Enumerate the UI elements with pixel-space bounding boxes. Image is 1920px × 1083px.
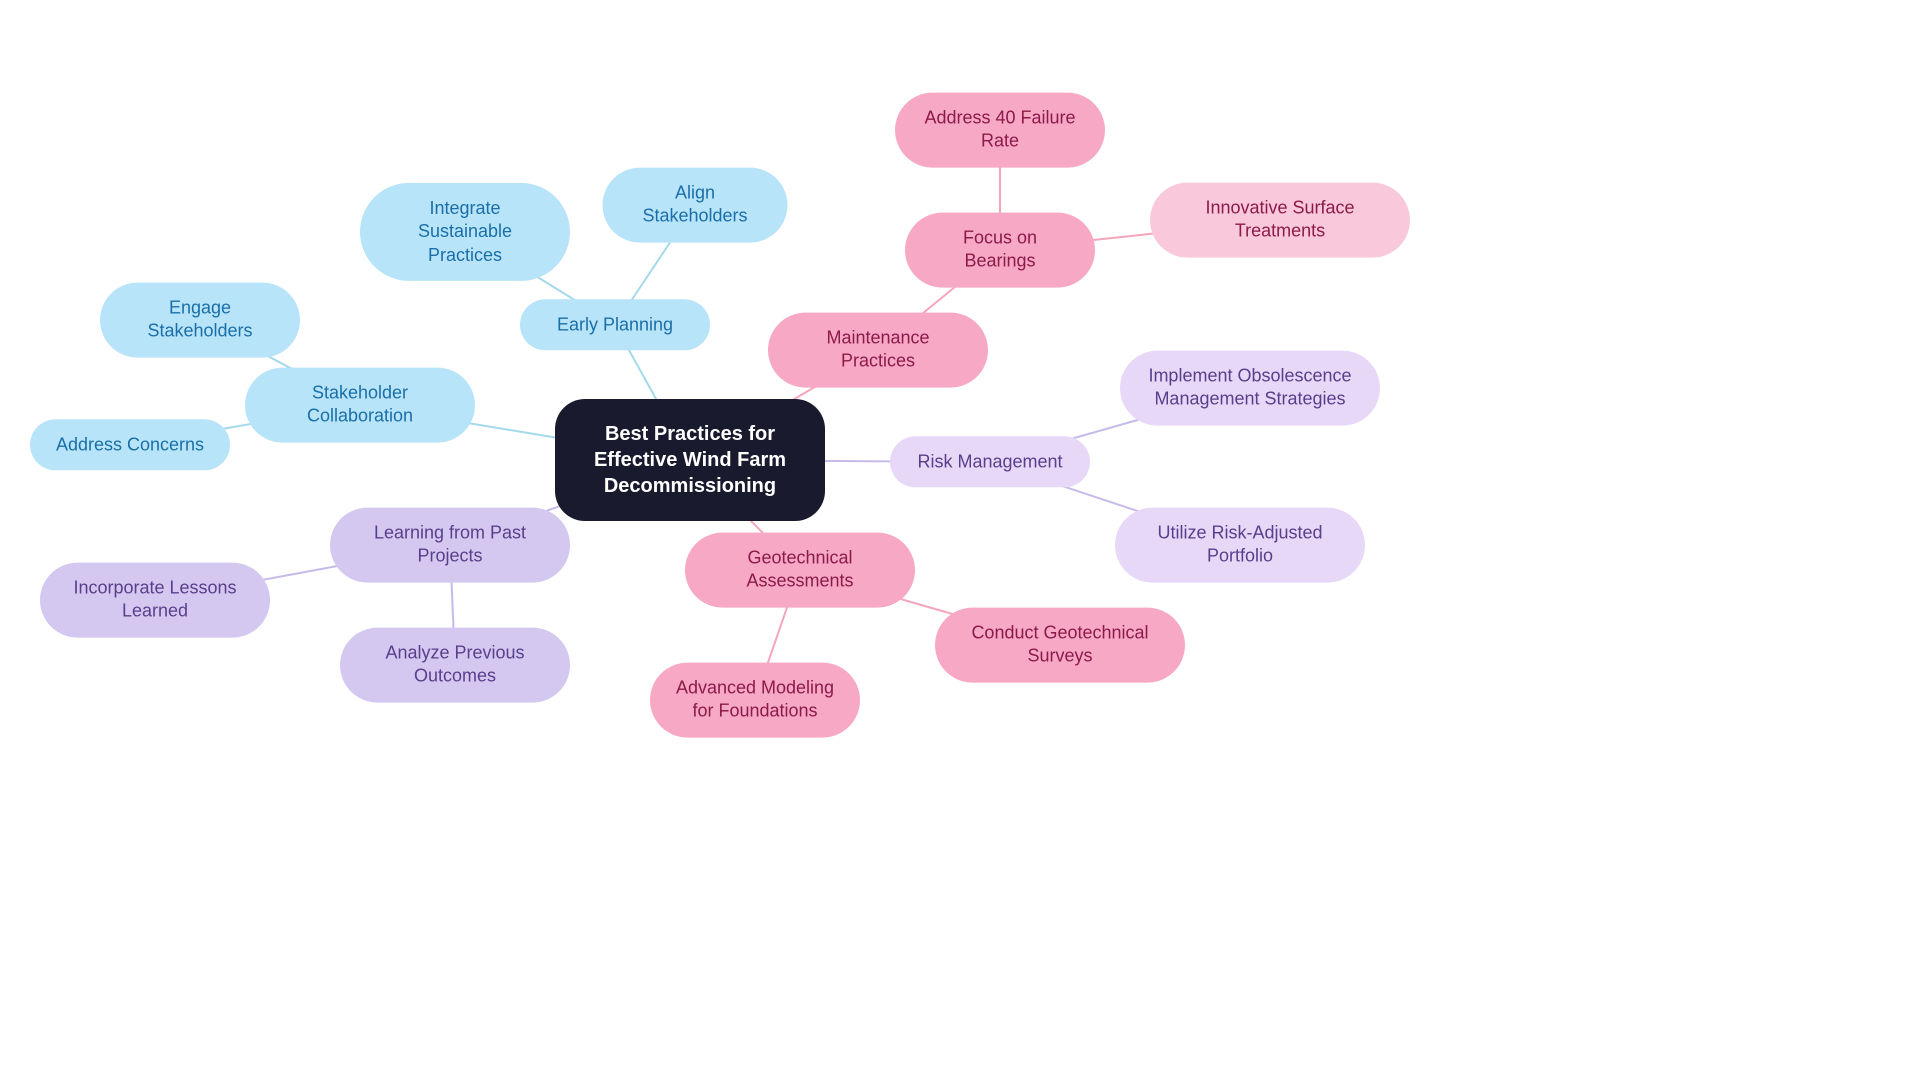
- maintenance-practices[interactable]: Maintenance Practices: [768, 313, 988, 388]
- address-40-failure[interactable]: Address 40 Failure Rate: [895, 93, 1105, 168]
- advanced-modeling[interactable]: Advanced Modeling for Foundations: [650, 663, 860, 738]
- analyze-previous[interactable]: Analyze Previous Outcomes: [340, 628, 570, 703]
- address-concerns[interactable]: Address Concerns: [30, 419, 230, 470]
- risk-management[interactable]: Risk Management: [890, 436, 1090, 487]
- focus-on-bearings[interactable]: Focus on Bearings: [905, 213, 1095, 288]
- conduct-geotechnical[interactable]: Conduct Geotechnical Surveys: [935, 608, 1185, 683]
- geotechnical-assessments[interactable]: Geotechnical Assessments: [685, 533, 915, 608]
- mindmap-container: Best Practices for Effective Wind Farm D…: [0, 0, 1920, 1083]
- innovative-surface[interactable]: Innovative Surface Treatments: [1150, 183, 1410, 258]
- utilize-risk[interactable]: Utilize Risk-Adjusted Portfolio: [1115, 508, 1365, 583]
- integrate-sustainable[interactable]: Integrate Sustainable Practices: [360, 183, 570, 281]
- stakeholder-collaboration[interactable]: Stakeholder Collaboration: [245, 368, 475, 443]
- center-node[interactable]: Best Practices for Effective Wind Farm D…: [555, 399, 825, 521]
- incorporate-lessons[interactable]: Incorporate Lessons Learned: [40, 563, 270, 638]
- implement-obsolescence[interactable]: Implement Obsolescence Management Strate…: [1120, 351, 1380, 426]
- learning-past-projects[interactable]: Learning from Past Projects: [330, 508, 570, 583]
- engage-stakeholders[interactable]: Engage Stakeholders: [100, 283, 300, 358]
- early-planning[interactable]: Early Planning: [520, 299, 710, 350]
- align-stakeholders[interactable]: Align Stakeholders: [603, 168, 788, 243]
